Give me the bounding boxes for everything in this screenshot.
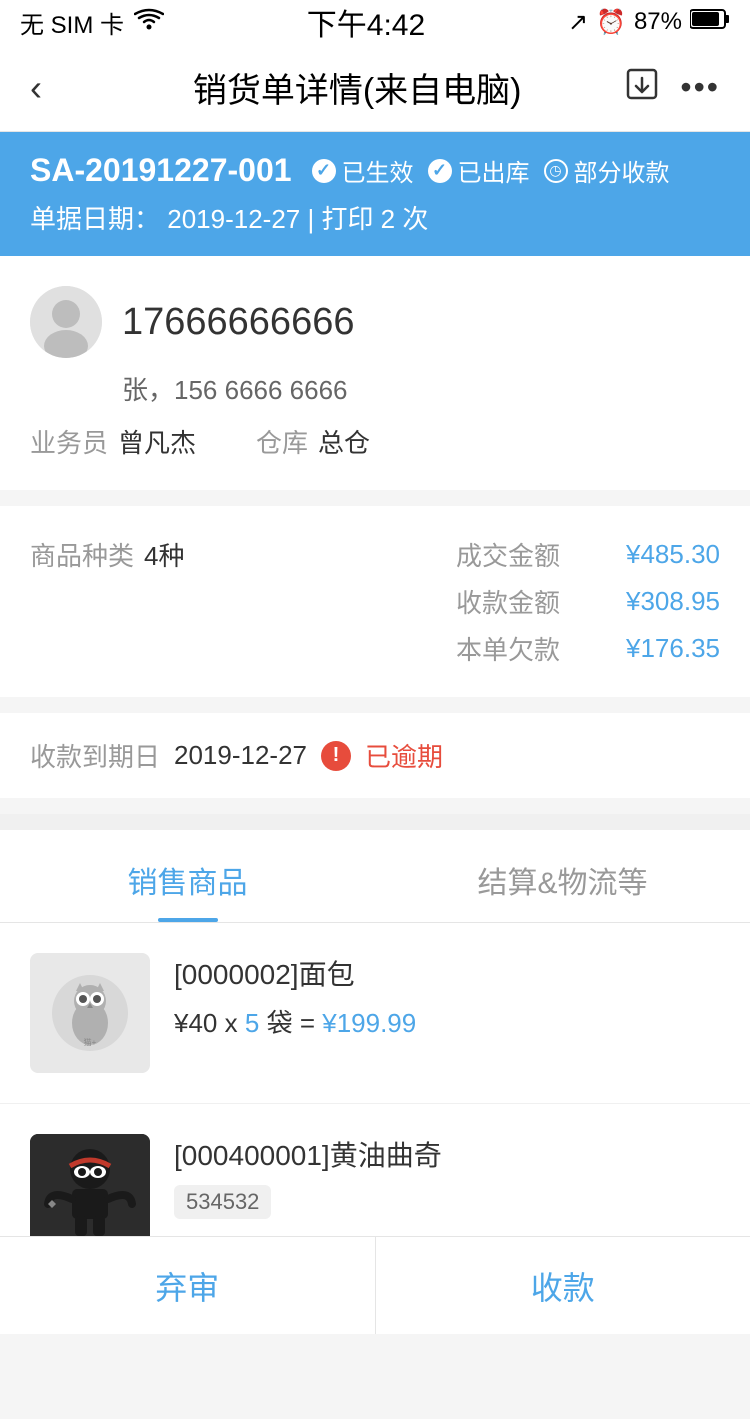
- section-divider: [0, 814, 750, 830]
- check-icon-1: ✓: [312, 159, 336, 183]
- amounts-row: 商品种类 4种 成交金额 ¥485.30 收款金额 ¥308.95 本单欠款 ¥…: [30, 536, 720, 667]
- nav-right-actions: •••: [624, 66, 720, 110]
- warehouse-label: 仓库: [256, 423, 308, 460]
- product-image-1: 猫+: [30, 953, 150, 1073]
- overdue-warning-icon: !: [321, 741, 351, 771]
- back-button[interactable]: ‹: [30, 67, 90, 109]
- price-base-1: ¥40: [174, 1008, 217, 1038]
- status-badge-partial: ◷ 部分收款: [544, 153, 670, 188]
- product-name-2: [000400001]黄油曲奇: [174, 1134, 720, 1174]
- deal-amount: 成交金额 ¥485.30: [440, 536, 720, 573]
- order-banner: SA-20191227-001 ✓ 已生效 ✓ 已出库 ◷ 部分收款 单据日期：…: [0, 132, 750, 256]
- nav-title: 销货单详情(来自电脑): [90, 63, 624, 112]
- bottom-bar: 弃审 收款: [0, 1236, 750, 1334]
- price-eq-1: =: [300, 1008, 322, 1038]
- status-time: 下午4:42: [307, 0, 425, 44]
- status-partial-label: 部分收款: [574, 153, 670, 188]
- location-icon: ↗: [568, 8, 588, 37]
- received-amount: 收款金额 ¥308.95: [440, 583, 720, 620]
- received-value: ¥308.95: [580, 586, 720, 617]
- check-icon-2: ✓: [428, 159, 452, 183]
- customer-avatar: [30, 286, 102, 358]
- order-banner-top: SA-20191227-001 ✓ 已生效 ✓ 已出库 ◷ 部分收款: [30, 152, 720, 189]
- order-number: SA-20191227-001: [30, 152, 292, 189]
- customer-top: 17666666666: [30, 286, 720, 358]
- tab-settlement-label: 结算&物流等: [477, 867, 647, 900]
- received-label: 收款金额: [440, 583, 560, 620]
- date-value: 2019-12-27: [167, 204, 300, 234]
- price-unit-1: 袋: [267, 1008, 293, 1038]
- more-button[interactable]: •••: [680, 69, 720, 106]
- tab-settlement[interactable]: 结算&物流等: [375, 830, 750, 922]
- tab-sales-label: 销售商品: [128, 867, 248, 900]
- meta-warehouse: 仓库 总仓: [256, 423, 370, 460]
- cancel-review-button[interactable]: 弃审: [0, 1237, 375, 1334]
- warehouse-value: 总仓: [318, 423, 370, 460]
- due-section: 收款到期日 2019-12-27 ! 已逾期: [0, 713, 750, 798]
- product-name-1: [0000002]面包: [174, 953, 720, 993]
- alarm-icon: ⏰: [596, 8, 626, 37]
- products-type: 商品种类 4种: [30, 536, 184, 573]
- amounts-section: 商品种类 4种 成交金额 ¥485.30 收款金额 ¥308.95 本单欠款 ¥…: [0, 506, 750, 697]
- price-qty-1: 5: [245, 1008, 259, 1038]
- svg-text:猫+: 猫+: [84, 1037, 97, 1047]
- order-date-line: 单据日期： 2019-12-27 | 打印 2 次: [30, 199, 720, 236]
- status-bar: 无 SIM 卡 下午4:42 ↗ ⏰ 87%: [0, 0, 750, 44]
- debt-label: 本单欠款: [440, 630, 560, 667]
- customer-sub: 张，156 6666 6666: [122, 370, 720, 407]
- cancel-review-label: 弃审: [155, 1263, 219, 1309]
- debt-amount: 本单欠款 ¥176.35: [440, 630, 720, 667]
- debt-value: ¥176.35: [580, 633, 720, 664]
- sales-label: 业务员: [30, 423, 108, 460]
- amounts-left: 商品种类 4种: [30, 536, 184, 573]
- meta-salesperson: 业务员 曾凡杰: [30, 423, 196, 460]
- status-left: 无 SIM 卡: [20, 5, 164, 40]
- status-shipped-label: 已出库: [458, 153, 530, 188]
- wifi-icon: [134, 8, 164, 37]
- battery-label: 87%: [634, 8, 682, 36]
- due-date: 2019-12-27: [174, 740, 307, 771]
- receive-label: 收款: [531, 1263, 595, 1309]
- price-x-1: x: [225, 1008, 245, 1038]
- battery-icon: [690, 8, 730, 37]
- order-status-badges: ✓ 已生效 ✓ 已出库 ◷ 部分收款: [312, 153, 670, 188]
- carrier-label: 无 SIM 卡: [20, 5, 124, 40]
- tab-sales-products[interactable]: 销售商品: [0, 830, 375, 922]
- customer-section: 17666666666 张，156 6666 6666 业务员 曾凡杰 仓库 总…: [0, 256, 750, 490]
- tabs: 销售商品 结算&物流等: [0, 830, 750, 923]
- product-sku-2: 534532: [174, 1185, 271, 1219]
- products-type-label: 商品种类: [30, 536, 134, 573]
- deal-amount-value: ¥485.30: [580, 539, 720, 570]
- product-info-1: [0000002]面包 ¥40 x 5 袋 = ¥199.99: [174, 953, 720, 1040]
- nav-bar: ‹ 销货单详情(来自电脑) •••: [0, 44, 750, 132]
- status-badge-shipped: ✓ 已出库: [428, 153, 530, 188]
- print-count: | 打印 2 次: [307, 204, 428, 234]
- deal-amount-label: 成交金额: [440, 536, 560, 573]
- due-label: 收款到期日: [30, 737, 160, 774]
- export-button[interactable]: [624, 66, 660, 110]
- amounts-right: 成交金额 ¥485.30 收款金额 ¥308.95 本单欠款 ¥176.35: [440, 536, 720, 667]
- product-item: 猫+ [0000002]面包 ¥40 x 5 袋 = ¥199.99: [0, 923, 750, 1104]
- status-active-label: 已生效: [342, 153, 414, 188]
- receive-payment-button[interactable]: 收款: [375, 1237, 750, 1334]
- customer-meta: 业务员 曾凡杰 仓库 总仓: [30, 423, 720, 460]
- status-right: ↗ ⏰ 87%: [568, 8, 730, 37]
- clock-icon: ◷: [544, 159, 568, 183]
- date-label: 单据日期：: [30, 204, 160, 234]
- customer-name: 17666666666: [122, 301, 354, 344]
- product-price-1: ¥40 x 5 袋 = ¥199.99: [174, 1003, 720, 1040]
- overdue-text: 已逾期: [365, 737, 443, 774]
- status-badge-active: ✓ 已生效: [312, 153, 414, 188]
- products-type-value: 4种: [144, 536, 184, 573]
- price-total-1: ¥199.99: [322, 1008, 416, 1038]
- sales-value: 曾凡杰: [118, 423, 196, 460]
